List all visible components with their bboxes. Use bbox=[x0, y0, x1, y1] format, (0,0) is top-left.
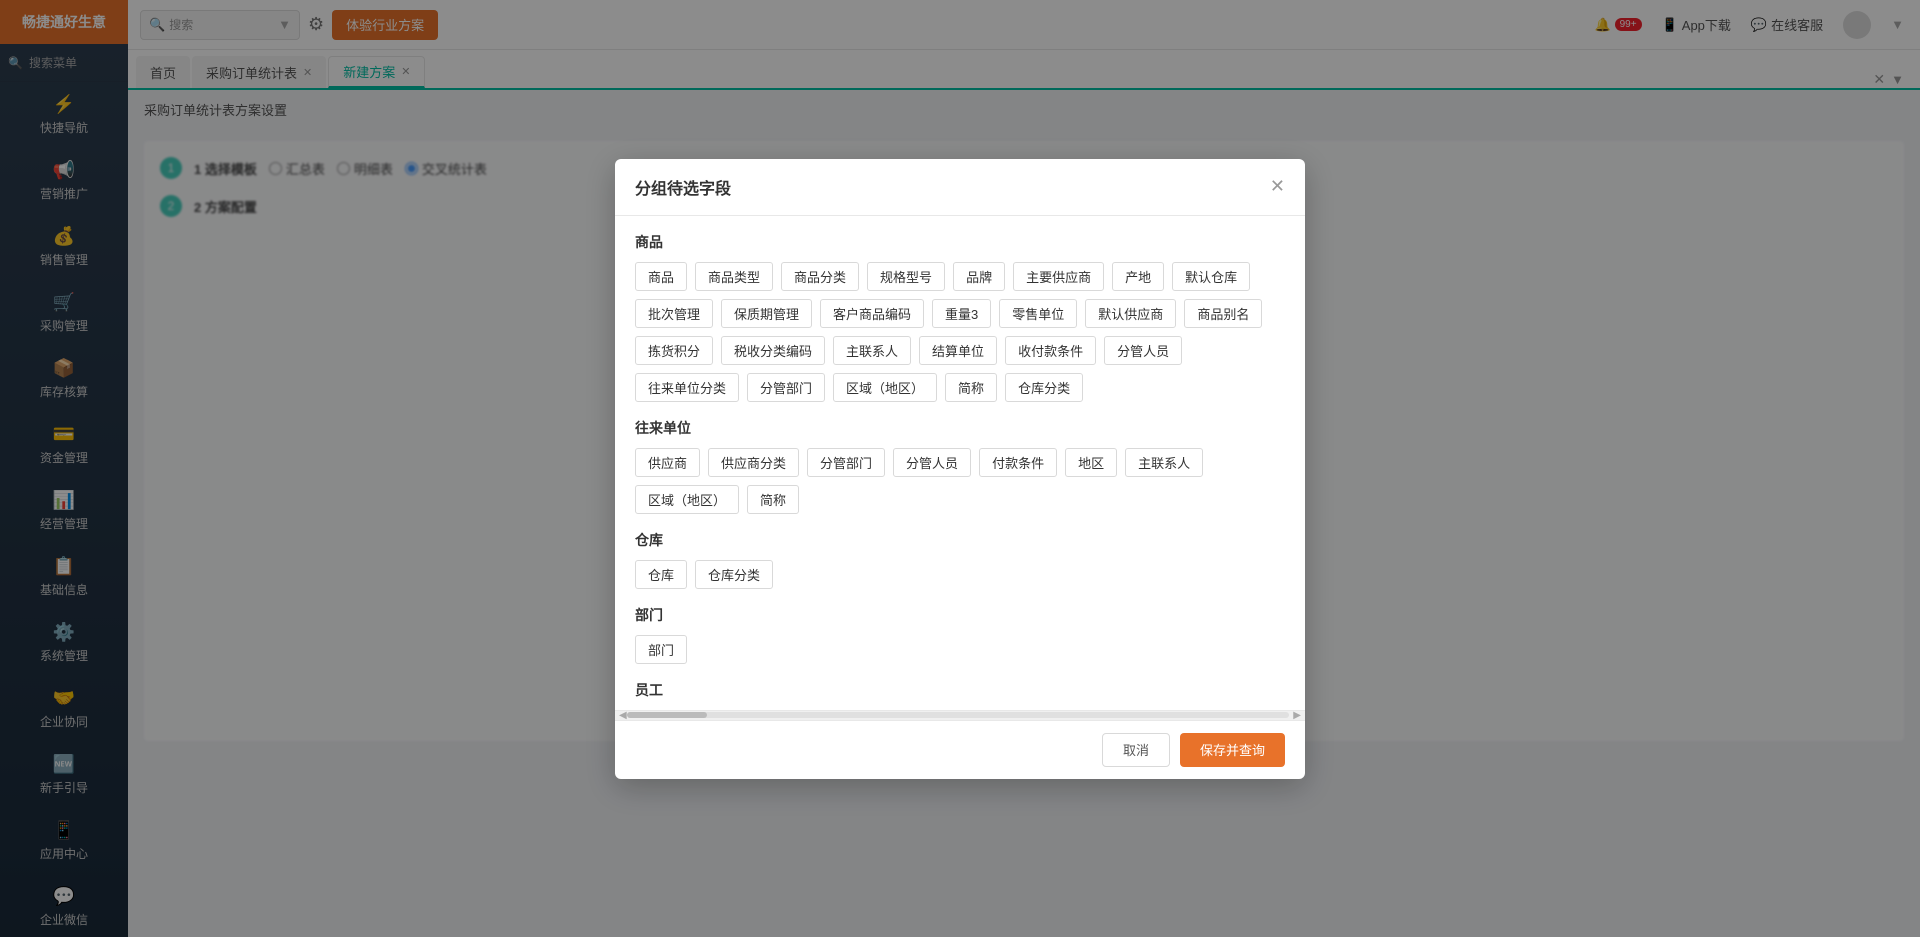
field-tag-supplier[interactable]: 供应商 bbox=[635, 448, 700, 477]
field-tag-contact-person[interactable]: 主联系人 bbox=[833, 336, 911, 365]
field-tag-short-name[interactable]: 简称 bbox=[945, 373, 997, 402]
field-tag-warehouse[interactable]: 仓库 bbox=[635, 560, 687, 589]
field-tag-warehouse-category[interactable]: 仓库分类 bbox=[695, 560, 773, 589]
field-tag-payment-cond[interactable]: 付款条件 bbox=[979, 448, 1057, 477]
field-tag-warehouse-category-goods[interactable]: 仓库分类 bbox=[1005, 373, 1083, 402]
field-tag-goods[interactable]: 商品 bbox=[635, 262, 687, 291]
section-title-warehouse: 仓库 bbox=[635, 530, 1285, 550]
field-selection-modal: 分组待选字段 ✕ 商品商品商品类型商品分类规格型号品牌主要供应商产地默认仓库批次… bbox=[615, 159, 1305, 779]
field-tag-goods-type[interactable]: 商品类型 bbox=[695, 262, 773, 291]
field-tag-batch-mgmt[interactable]: 批次管理 bbox=[635, 299, 713, 328]
section-title-partner: 往来单位 bbox=[635, 418, 1285, 438]
field-tag-goods-category[interactable]: 商品分类 bbox=[781, 262, 859, 291]
field-tag-quality-mgmt[interactable]: 保质期管理 bbox=[721, 299, 812, 328]
section-employee: 员工业务员 bbox=[635, 680, 1285, 710]
section-partner: 往来单位供应商供应商分类分管部门分管人员付款条件地区主联系人区域（地区） 简称 bbox=[635, 418, 1285, 514]
field-tags-partner: 供应商供应商分类分管部门分管人员付款条件地区主联系人区域（地区） 简称 bbox=[635, 448, 1285, 514]
field-tag-tax-code[interactable]: 税收分类编码 bbox=[721, 336, 825, 365]
section-goods: 商品商品商品类型商品分类规格型号品牌主要供应商产地默认仓库批次管理保质期管理客户… bbox=[635, 232, 1285, 402]
section-title-employee: 员工 bbox=[635, 680, 1285, 700]
field-tag-payment-terms[interactable]: 收付款条件 bbox=[1005, 336, 1096, 365]
field-tag-short-name2[interactable]: 简称 bbox=[747, 485, 799, 514]
field-tag-default-warehouse[interactable]: 默认仓库 bbox=[1172, 262, 1250, 291]
field-tag-weight3[interactable]: 重量3 bbox=[932, 299, 991, 328]
modal-body[interactable]: 商品商品商品类型商品分类规格型号品牌主要供应商产地默认仓库批次管理保质期管理客户… bbox=[615, 216, 1305, 710]
section-title-goods: 商品 bbox=[635, 232, 1285, 252]
section-department: 部门部门 bbox=[635, 605, 1285, 664]
field-tag-brand[interactable]: 品牌 bbox=[953, 262, 1005, 291]
field-tag-dept[interactable]: 分管部门 bbox=[807, 448, 885, 477]
modal-horizontal-scrollbar[interactable]: ◀ ▶ bbox=[615, 710, 1305, 720]
field-tag-region-partner[interactable]: 地区 bbox=[1065, 448, 1117, 477]
cancel-button[interactable]: 取消 bbox=[1102, 733, 1170, 767]
field-tag-origin[interactable]: 产地 bbox=[1112, 262, 1164, 291]
field-tag-region2[interactable]: 区域（地区） bbox=[635, 485, 739, 514]
field-tag-region-goods[interactable]: 区域（地区） bbox=[833, 373, 937, 402]
field-tag-default-supplier[interactable]: 默认供应商 bbox=[1085, 299, 1176, 328]
hscroll-thumb[interactable] bbox=[627, 712, 707, 718]
field-tag-spec-type[interactable]: 规格型号 bbox=[867, 262, 945, 291]
field-tag-customer-code[interactable]: 客户商品编码 bbox=[820, 299, 924, 328]
field-tag-source-unit-category[interactable]: 往来单位分类 bbox=[635, 373, 739, 402]
modal-header: 分组待选字段 ✕ bbox=[615, 159, 1305, 216]
field-tags-warehouse: 仓库仓库分类 bbox=[635, 560, 1285, 589]
section-warehouse: 仓库仓库仓库分类 bbox=[635, 530, 1285, 589]
section-title-department: 部门 bbox=[635, 605, 1285, 625]
modal-close-button[interactable]: ✕ bbox=[1270, 176, 1285, 197]
hscroll-track bbox=[627, 712, 1290, 718]
field-tag-pickup-points[interactable]: 拣货积分 bbox=[635, 336, 713, 365]
field-tags-goods: 商品商品类型商品分类规格型号品牌主要供应商产地默认仓库批次管理保质期管理客户商品… bbox=[635, 262, 1285, 402]
field-tag-main-supplier[interactable]: 主要供应商 bbox=[1013, 262, 1104, 291]
field-tag-settlement-unit[interactable]: 结算单位 bbox=[919, 336, 997, 365]
modal-title: 分组待选字段 bbox=[635, 175, 731, 199]
field-tag-retail-unit[interactable]: 零售单位 bbox=[999, 299, 1077, 328]
field-tag-dept-person[interactable]: 分管人员 bbox=[893, 448, 971, 477]
field-tag-supplier-category[interactable]: 供应商分类 bbox=[708, 448, 799, 477]
field-tag-department[interactable]: 部门 bbox=[635, 635, 687, 664]
confirm-button[interactable]: 保存并查询 bbox=[1180, 733, 1285, 767]
field-tags-department: 部门 bbox=[635, 635, 1285, 664]
field-tag-dept-mgmt[interactable]: 分管部门 bbox=[747, 373, 825, 402]
field-tag-supervisor[interactable]: 分管人员 bbox=[1104, 336, 1182, 365]
field-tag-main-contact[interactable]: 主联系人 bbox=[1125, 448, 1203, 477]
field-tag-goods-alias[interactable]: 商品别名 bbox=[1184, 299, 1262, 328]
modal-footer: 取消 保存并查询 bbox=[615, 720, 1305, 779]
